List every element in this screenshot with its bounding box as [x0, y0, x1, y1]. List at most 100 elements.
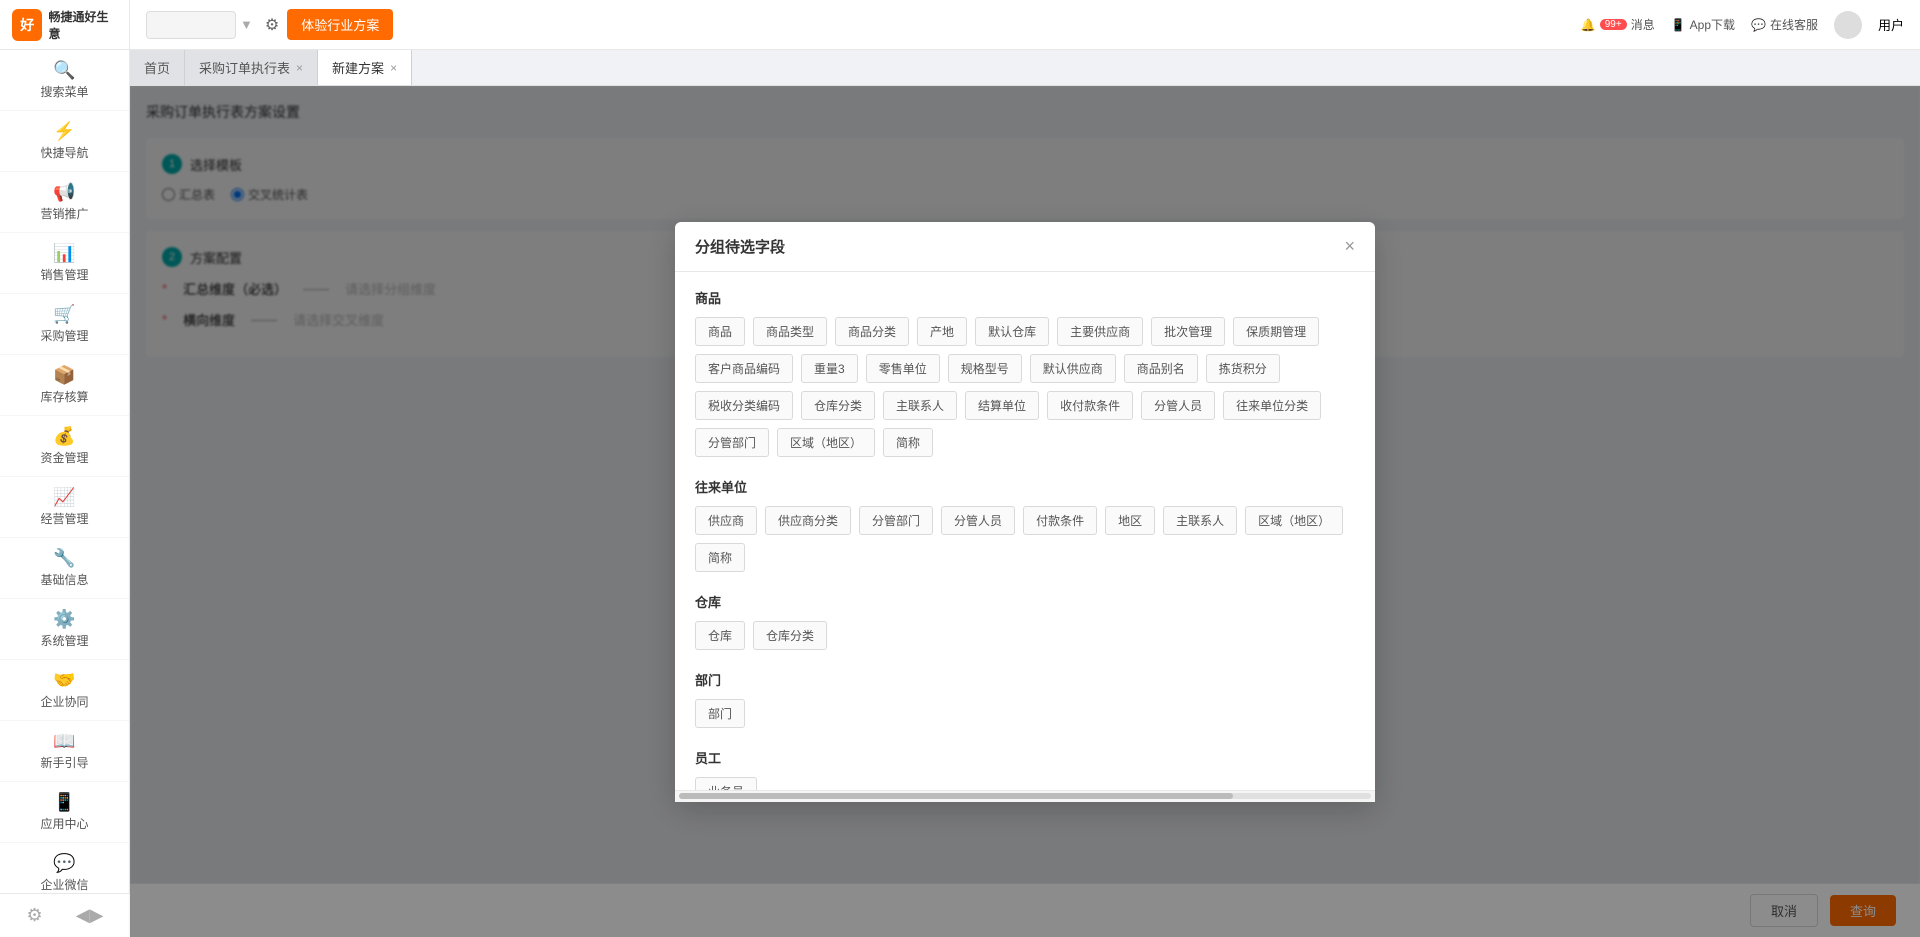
field-section-title-warehouse: 仓库 — [695, 592, 1355, 611]
sidebar-label-search: 搜索菜单 — [40, 83, 88, 100]
modal-title: 分组待选字段 — [695, 236, 785, 257]
modal-overlay: 分组待选字段 × 商品商品商品类型商品分类产地默认仓库主要供应商批次管理保质期管… — [130, 86, 1920, 937]
field-select-modal: 分组待选字段 × 商品商品商品类型商品分类产地默认仓库主要供应商批次管理保质期管… — [675, 222, 1375, 802]
purchase-icon: 🛒 — [53, 304, 75, 325]
field-tag-地区[interactable]: 地区 — [1105, 506, 1155, 535]
field-tag-规格型号[interactable]: 规格型号 — [948, 354, 1022, 383]
field-tag-仓库分类[interactable]: 仓库分类 — [801, 391, 875, 420]
tab-label-home: 首页 — [144, 58, 170, 77]
field-tag-部门[interactable]: 部门 — [695, 699, 745, 728]
tab-close-purchase-list[interactable]: × — [296, 61, 303, 75]
sidebar-item-inventory[interactable]: 📦 库存核算 — [0, 355, 129, 416]
field-tag-供应商分类[interactable]: 供应商分类 — [765, 506, 851, 535]
field-section-partners: 往来单位供应商供应商分类分管部门分管人员付款条件地区主联系人区域（地区）简称 — [695, 477, 1355, 572]
app-center-icon: 📱 — [53, 792, 75, 813]
modal-close-button[interactable]: × — [1344, 236, 1355, 257]
modal-scrollbar — [675, 790, 1375, 802]
app-download-item[interactable]: 📱 App下载 — [1671, 16, 1735, 33]
notification-label: 消息 — [1631, 16, 1655, 33]
sidebar-item-sales[interactable]: 📊 销售管理 — [0, 233, 129, 294]
sidebar-item-finance[interactable]: 💰 资金管理 — [0, 416, 129, 477]
marketing-icon: 📢 — [53, 182, 75, 203]
inventory-icon: 📦 — [53, 365, 75, 386]
field-tag-税收分类编码[interactable]: 税收分类编码 — [695, 391, 793, 420]
field-tag-商品[interactable]: 商品 — [695, 317, 745, 346]
field-tag-主联系人[interactable]: 主联系人 — [883, 391, 957, 420]
field-tag-简称[interactable]: 简称 — [695, 543, 745, 572]
field-tag-重量3[interactable]: 重量3 — [801, 354, 858, 383]
sidebar-item-quick-nav[interactable]: ⚡ 快捷导航 — [0, 111, 129, 172]
search-input[interactable] — [146, 11, 236, 39]
field-tag-区域（地区）[interactable]: 区域（地区） — [777, 428, 875, 457]
field-tag-分管部门[interactable]: 分管部门 — [859, 506, 933, 535]
field-tag-批次管理[interactable]: 批次管理 — [1151, 317, 1225, 346]
settings-icon[interactable]: ⚙ — [27, 905, 43, 926]
sidebar-item-purchase[interactable]: 🛒 采购管理 — [0, 294, 129, 355]
base-icon: 🔧 — [53, 548, 75, 569]
field-tag-客户商品编码[interactable]: 客户商品编码 — [695, 354, 793, 383]
field-tag-商品分类[interactable]: 商品分类 — [835, 317, 909, 346]
avatar[interactable] — [1834, 11, 1862, 39]
sidebar-label-quick-nav: 快捷导航 — [40, 144, 88, 161]
sidebar-label-collab: 企业协同 — [40, 693, 88, 710]
sidebar-item-search[interactable]: 🔍 搜索菜单 — [0, 50, 129, 111]
field-section-department: 部门部门 — [695, 670, 1355, 728]
sidebar-item-system[interactable]: ⚙️ 系统管理 — [0, 599, 129, 660]
modal-body: 商品商品商品类型商品分类产地默认仓库主要供应商批次管理保质期管理客户商品编码重量… — [675, 272, 1375, 790]
sidebar-label-wechat: 企业微信 — [40, 876, 88, 893]
field-tag-收付款条件[interactable]: 收付款条件 — [1047, 391, 1133, 420]
field-section-staff: 员工业务员 — [695, 748, 1355, 790]
sidebar-item-guide[interactable]: 📖 新手引导 — [0, 721, 129, 782]
field-tag-零售单位[interactable]: 零售单位 — [866, 354, 940, 383]
sidebar-label-sales: 销售管理 — [40, 266, 88, 283]
topbar: ▼ ⚙ 体验行业方案 🔔 99+ 消息 📱 App下载 💬 在线客服 用户 — [130, 0, 1920, 50]
notification-item[interactable]: 🔔 99+ 消息 — [1581, 16, 1655, 33]
field-tag-仓库[interactable]: 仓库 — [695, 621, 745, 650]
experience-btn[interactable]: 体验行业方案 — [287, 9, 393, 40]
field-tag-主联系人[interactable]: 主联系人 — [1163, 506, 1237, 535]
logo-icon: 好 — [12, 9, 42, 41]
guide-icon: 📖 — [53, 731, 75, 752]
sidebar-label-base: 基础信息 — [40, 571, 88, 588]
field-tag-分管人员[interactable]: 分管人员 — [1141, 391, 1215, 420]
tab-purchase-list[interactable]: 采购订单执行表× — [185, 50, 318, 85]
sidebar-item-operations[interactable]: 📈 经营管理 — [0, 477, 129, 538]
field-section-goods: 商品商品商品类型商品分类产地默认仓库主要供应商批次管理保质期管理客户商品编码重量… — [695, 288, 1355, 457]
online-service-item[interactable]: 💬 在线客服 — [1751, 16, 1818, 33]
field-tag-拣货积分[interactable]: 拣货积分 — [1206, 354, 1280, 383]
sidebar-item-marketing[interactable]: 📢 营销推广 — [0, 172, 129, 233]
field-tag-商品别名[interactable]: 商品别名 — [1124, 354, 1198, 383]
field-tag-默认供应商[interactable]: 默认供应商 — [1030, 354, 1116, 383]
field-tag-区域（地区）[interactable]: 区域（地区） — [1245, 506, 1343, 535]
sidebar-label-app-center: 应用中心 — [40, 815, 88, 832]
sidebar: 好 畅捷通好生意 🔍 搜索菜单 ⚡ 快捷导航 📢 营销推广 📊 销售管理 🛒 采… — [0, 0, 130, 937]
tab-new-plan[interactable]: 新建方案× — [318, 50, 412, 85]
collapse-icon[interactable]: ◀▶ — [76, 905, 104, 926]
field-tag-产地[interactable]: 产地 — [917, 317, 967, 346]
sidebar-item-collab[interactable]: 🤝 企业协同 — [0, 660, 129, 721]
field-tag-结算单位[interactable]: 结算单位 — [965, 391, 1039, 420]
field-tag-商品类型[interactable]: 商品类型 — [753, 317, 827, 346]
field-tag-分管人员[interactable]: 分管人员 — [941, 506, 1015, 535]
field-tag-主要供应商[interactable]: 主要供应商 — [1057, 317, 1143, 346]
field-tag-保质期管理[interactable]: 保质期管理 — [1233, 317, 1319, 346]
gear-icon[interactable]: ⚙ — [265, 15, 279, 35]
tab-close-new-plan[interactable]: × — [390, 61, 397, 75]
tabbar: 首页采购订单执行表×新建方案× — [130, 50, 1920, 86]
field-tag-默认仓库[interactable]: 默认仓库 — [975, 317, 1049, 346]
sidebar-item-app-center[interactable]: 📱 应用中心 — [0, 782, 129, 843]
field-tag-往来单位分类[interactable]: 往来单位分类 — [1223, 391, 1321, 420]
field-tag-简称[interactable]: 简称 — [883, 428, 933, 457]
quick-nav-icon: ⚡ — [53, 121, 75, 142]
sidebar-label-inventory: 库存核算 — [40, 388, 88, 405]
search-icon: 🔍 — [53, 60, 75, 81]
field-tag-分管部门[interactable]: 分管部门 — [695, 428, 769, 457]
field-tag-业务员[interactable]: 业务员 — [695, 777, 757, 790]
field-tag-供应商[interactable]: 供应商 — [695, 506, 757, 535]
sidebar-item-base[interactable]: 🔧 基础信息 — [0, 538, 129, 599]
wechat-icon: 💬 — [53, 853, 75, 874]
field-tag-仓库分类[interactable]: 仓库分类 — [753, 621, 827, 650]
field-tag-付款条件[interactable]: 付款条件 — [1023, 506, 1097, 535]
sidebar-label-operations: 经营管理 — [40, 510, 88, 527]
tab-home[interactable]: 首页 — [130, 50, 185, 85]
